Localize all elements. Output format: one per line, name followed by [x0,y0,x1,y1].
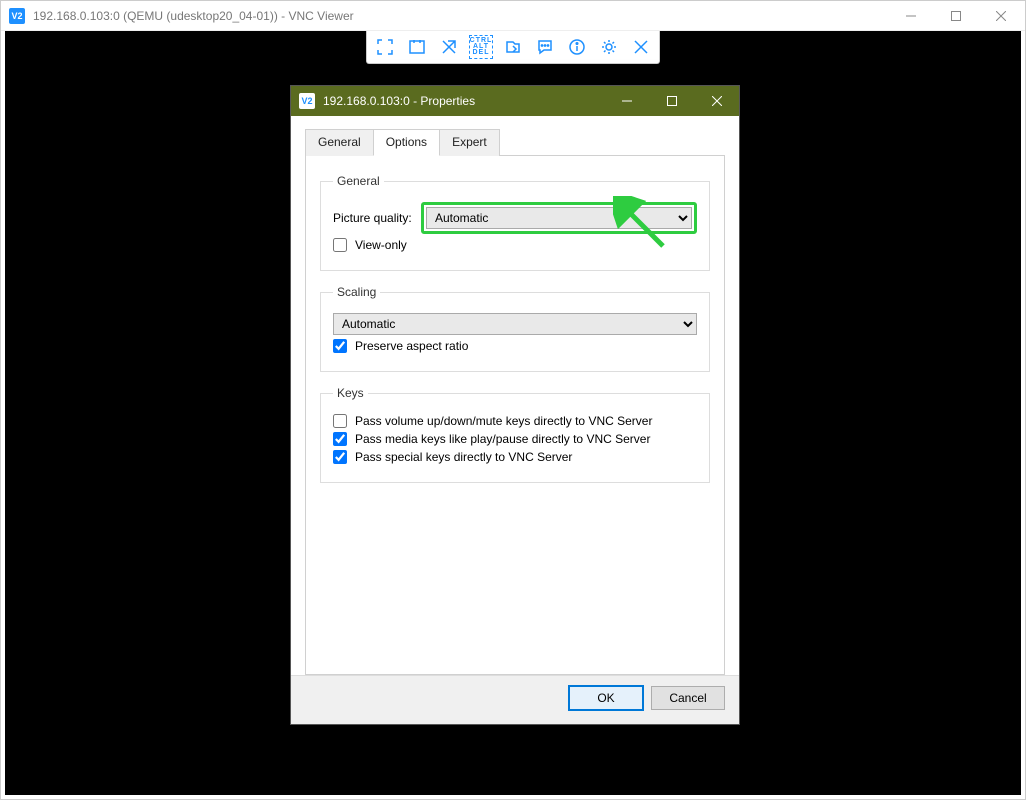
outer-maximize-button[interactable] [933,1,978,31]
remote-desktop-area[interactable]: CTRL ALT DEL V2 192.168 [5,31,1021,795]
picture-quality-highlight: Automatic [421,202,697,234]
dialog-app-icon: V2 [299,93,315,109]
fullscreen-icon[interactable] [373,35,397,59]
dialog-button-bar: OK Cancel [291,675,739,724]
pass-volume-label[interactable]: Pass volume up/down/mute keys directly t… [355,414,652,428]
outer-close-button[interactable] [978,1,1023,31]
outer-window-title: 192.168.0.103:0 (QEMU (udesktop20_04-01)… [33,9,888,23]
dialog-title: 192.168.0.103:0 - Properties [323,94,604,108]
dialog-close-button[interactable] [694,86,739,116]
view-only-label[interactable]: View-only [355,238,407,252]
toolbar-close-icon[interactable] [629,35,653,59]
view-only-checkbox[interactable] [333,238,347,252]
group-general-legend: General [333,174,384,188]
outer-titlebar: V2 192.168.0.103:0 (QEMU (udesktop20_04-… [1,1,1025,31]
chat-icon[interactable] [533,35,557,59]
scaling-select[interactable]: Automatic [333,313,697,335]
pass-volume-checkbox[interactable] [333,414,347,428]
tab-strip: General Options Expert [305,128,725,156]
group-scaling-legend: Scaling [333,285,380,299]
tab-general[interactable]: General [305,129,374,156]
pin-icon[interactable] [437,35,461,59]
file-transfer-icon[interactable] [501,35,525,59]
dialog-titlebar[interactable]: V2 192.168.0.103:0 - Properties [291,86,739,116]
picture-quality-select[interactable]: Automatic [426,207,692,229]
pass-special-checkbox[interactable] [333,450,347,464]
preserve-aspect-label[interactable]: Preserve aspect ratio [355,339,468,353]
tab-panel-options: General Picture quality: Automatic V [305,156,725,675]
group-scaling: Scaling Automatic Preserve aspect ratio [320,285,710,372]
info-icon[interactable] [565,35,589,59]
vnc-toolbar: CTRL ALT DEL [366,31,660,64]
group-general: General Picture quality: Automatic V [320,174,710,271]
pass-media-checkbox[interactable] [333,432,347,446]
cancel-button[interactable]: Cancel [651,686,725,710]
tab-expert[interactable]: Expert [439,129,500,156]
dialog-maximize-button[interactable] [649,86,694,116]
preserve-aspect-checkbox[interactable] [333,339,347,353]
ctrl-alt-del-button[interactable]: CTRL ALT DEL [469,35,493,59]
ok-button[interactable]: OK [569,686,643,710]
group-keys-legend: Keys [333,386,368,400]
pass-media-label[interactable]: Pass media keys like play/pause directly… [355,432,650,446]
window-mode-icon[interactable] [405,35,429,59]
cad-del: DEL [473,50,490,56]
dialog-minimize-button[interactable] [604,86,649,116]
vnc-viewer-window: V2 192.168.0.103:0 (QEMU (udesktop20_04-… [0,0,1026,800]
vnc-app-icon: V2 [9,8,25,24]
settings-icon[interactable] [597,35,621,59]
properties-dialog: V2 192.168.0.103:0 - Properties Gen [290,85,740,725]
outer-minimize-button[interactable] [888,1,933,31]
tab-options[interactable]: Options [373,129,440,156]
picture-quality-label: Picture quality: [333,211,421,225]
pass-special-label[interactable]: Pass special keys directly to VNC Server [355,450,572,464]
group-keys: Keys Pass volume up/down/mute keys direc… [320,386,710,483]
